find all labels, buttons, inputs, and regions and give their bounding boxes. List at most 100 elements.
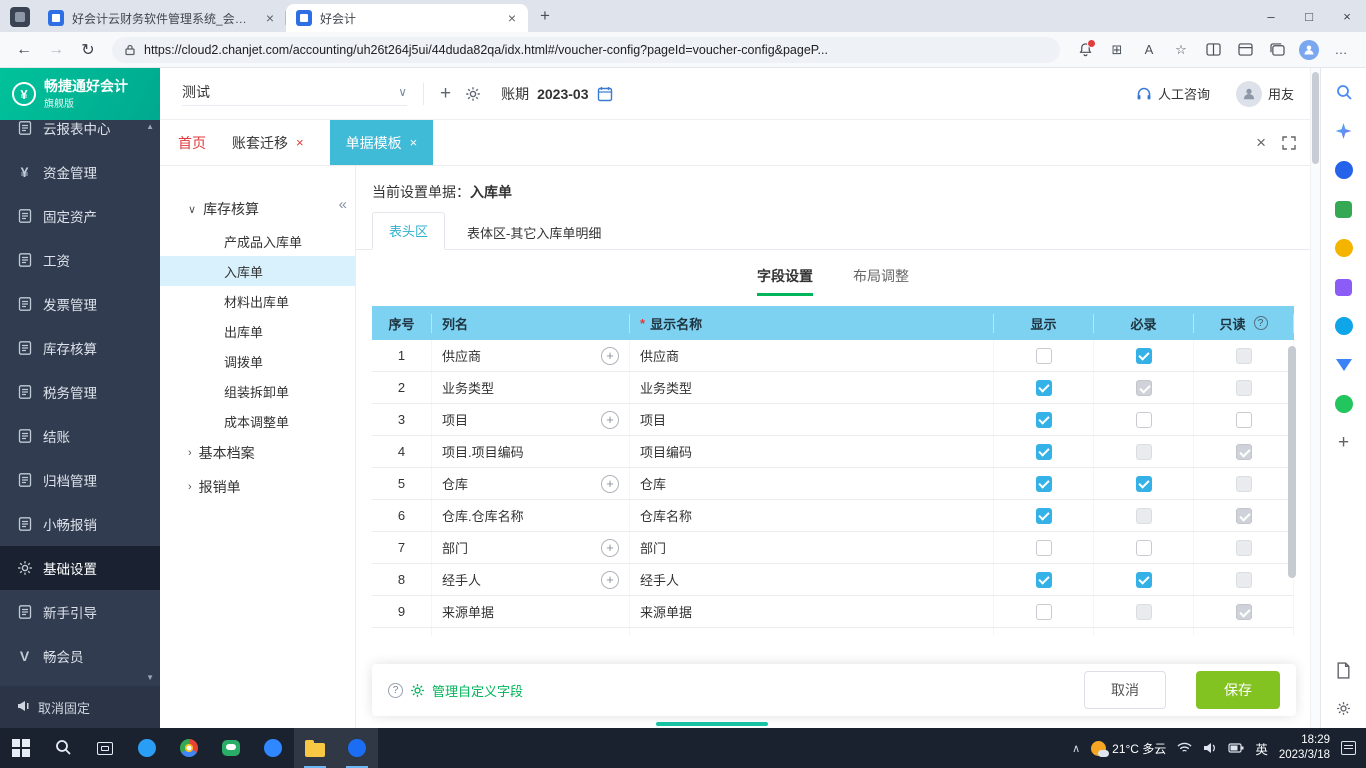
- clock[interactable]: 18:29 2023/3/18: [1279, 733, 1330, 763]
- required-checkbox[interactable]: [1135, 379, 1152, 396]
- tree-item[interactable]: 入库单: [160, 256, 355, 286]
- required-checkbox[interactable]: [1135, 571, 1152, 588]
- sidebar-item[interactable]: 库存核算: [0, 326, 160, 370]
- settings-icon[interactable]: [1332, 696, 1356, 720]
- hidden-icons-chevron[interactable]: ∧: [1072, 742, 1080, 755]
- apps-grid-icon[interactable]: ⊞: [1102, 36, 1132, 64]
- tree-section[interactable]: › 报销单: [160, 470, 355, 504]
- close-tab-icon[interactable]: ×: [410, 135, 418, 150]
- tree-section[interactable]: ∨ 库存核算: [160, 192, 355, 226]
- required-checkbox[interactable]: [1135, 443, 1152, 460]
- favorites-bar-icon[interactable]: [1230, 36, 1260, 64]
- maximize-icon[interactable]: □: [1290, 0, 1328, 32]
- required-checkbox[interactable]: [1135, 475, 1152, 492]
- copilot-icon[interactable]: [1332, 119, 1356, 143]
- show-checkbox[interactable]: [1035, 443, 1052, 460]
- start-icon[interactable]: [0, 728, 42, 768]
- search-icon[interactable]: [42, 728, 84, 768]
- tab-close-icon[interactable]: ×: [506, 10, 518, 26]
- sidebar-item[interactable]: 基础设置: [0, 546, 160, 590]
- sidebar-item[interactable]: 固定资产: [0, 194, 160, 238]
- chrome-icon[interactable]: [168, 728, 210, 768]
- sidebar-item[interactable]: 归档管理: [0, 458, 160, 502]
- table-scrollbar[interactable]: [1288, 346, 1296, 636]
- account-select[interactable]: 测试 ∨: [182, 82, 407, 106]
- support-button[interactable]: 人工咨询: [1136, 84, 1210, 103]
- show-checkbox[interactable]: [1035, 539, 1052, 556]
- profile-avatar[interactable]: [1294, 36, 1324, 64]
- required-checkbox[interactable]: [1135, 635, 1152, 636]
- show-checkbox[interactable]: [1035, 411, 1052, 428]
- close-icon[interactable]: ×: [1328, 0, 1366, 32]
- browser-icon[interactable]: [336, 728, 378, 768]
- sidebar-item[interactable]: 小畅报销: [0, 502, 160, 546]
- close-all-icon[interactable]: ×: [1256, 133, 1266, 153]
- back-icon[interactable]: ←: [10, 36, 38, 64]
- show-checkbox[interactable]: [1035, 347, 1052, 364]
- input-language[interactable]: 英: [1255, 739, 1268, 758]
- sidebar-item[interactable]: V 畅会员: [0, 634, 160, 678]
- folder-icon[interactable]: [294, 728, 336, 768]
- show-checkbox[interactable]: [1035, 603, 1052, 620]
- fullscreen-icon[interactable]: [1282, 135, 1296, 150]
- required-checkbox[interactable]: [1135, 603, 1152, 620]
- show-checkbox[interactable]: [1035, 507, 1052, 524]
- show-checkbox[interactable]: [1035, 379, 1052, 396]
- required-checkbox[interactable]: [1135, 347, 1152, 364]
- battery-icon[interactable]: [1228, 743, 1244, 753]
- show-checkbox[interactable]: [1035, 475, 1052, 492]
- nav-home[interactable]: 首页: [178, 133, 206, 153]
- eco-icon[interactable]: [1332, 392, 1356, 416]
- page-scrollbar[interactable]: [1310, 68, 1320, 728]
- sidebar-item[interactable]: 工资: [0, 238, 160, 282]
- readonly-checkbox[interactable]: [1235, 539, 1252, 556]
- readonly-checkbox[interactable]: [1235, 347, 1252, 364]
- user-menu[interactable]: 用友: [1235, 80, 1294, 107]
- unpin-sidebar-button[interactable]: 取消固定: [0, 686, 160, 728]
- page-tab-template[interactable]: 单据模板 ×: [329, 120, 434, 165]
- tree-item[interactable]: 材料出库单: [160, 286, 355, 316]
- readonly-checkbox[interactable]: [1235, 635, 1252, 636]
- manage-custom-fields-link[interactable]: ? 管理自定义字段: [388, 681, 523, 700]
- tab-header-region[interactable]: 表头区: [372, 212, 446, 250]
- readonly-checkbox[interactable]: [1235, 379, 1252, 396]
- show-checkbox[interactable]: [1035, 635, 1052, 636]
- network-icon[interactable]: [1177, 742, 1192, 754]
- forward-icon[interactable]: →: [42, 36, 70, 64]
- sidebar-item[interactable]: 新手引导: [0, 590, 160, 634]
- accounting-period[interactable]: 账期 2023-03: [501, 84, 612, 104]
- show-checkbox[interactable]: [1035, 571, 1052, 588]
- add-field-icon[interactable]: +: [601, 538, 619, 557]
- tree-item[interactable]: 组装拆卸单: [160, 376, 355, 406]
- help-icon[interactable]: ?: [1253, 316, 1268, 330]
- contacts-icon[interactable]: [1332, 236, 1356, 260]
- readonly-checkbox[interactable]: [1235, 411, 1252, 428]
- page-tab-migration[interactable]: 账套迁移 ×: [232, 120, 304, 165]
- add-account-icon[interactable]: +: [440, 83, 451, 105]
- readonly-checkbox[interactable]: [1235, 603, 1252, 620]
- readonly-checkbox[interactable]: [1235, 443, 1252, 460]
- download-icon[interactable]: [1332, 353, 1356, 377]
- collapse-panel-icon[interactable]: «: [339, 196, 347, 213]
- subtab-field-settings[interactable]: 字段设置: [757, 266, 813, 296]
- tab-body-region[interactable]: 表体区-其它入库单明细: [451, 215, 617, 250]
- tree-item[interactable]: 产成品入库单: [160, 226, 355, 256]
- sidebar-item[interactable]: ¥ 资金管理: [0, 150, 160, 194]
- sidebar-item[interactable]: 发票管理: [0, 282, 160, 326]
- browser-menu-icon[interactable]: …: [1326, 36, 1356, 64]
- store-icon[interactable]: [252, 728, 294, 768]
- minimize-icon[interactable]: –: [1252, 0, 1290, 32]
- sidebar-item[interactable]: 税务管理: [0, 370, 160, 414]
- page-icon[interactable]: [1332, 658, 1356, 682]
- readonly-checkbox[interactable]: [1235, 475, 1252, 492]
- apps-icon[interactable]: [1332, 275, 1356, 299]
- add-field-icon[interactable]: +: [601, 474, 619, 493]
- required-checkbox[interactable]: [1135, 507, 1152, 524]
- favorite-add-icon[interactable]: ☆: [1166, 36, 1196, 64]
- scroll-down-icon[interactable]: ▼: [146, 673, 154, 682]
- add-field-icon[interactable]: +: [601, 346, 619, 365]
- new-tab-icon[interactable]: +: [540, 6, 550, 26]
- subtab-layout[interactable]: 布局调整: [853, 266, 909, 296]
- tree-item[interactable]: 成本调整单: [160, 406, 355, 436]
- readonly-checkbox[interactable]: [1235, 571, 1252, 588]
